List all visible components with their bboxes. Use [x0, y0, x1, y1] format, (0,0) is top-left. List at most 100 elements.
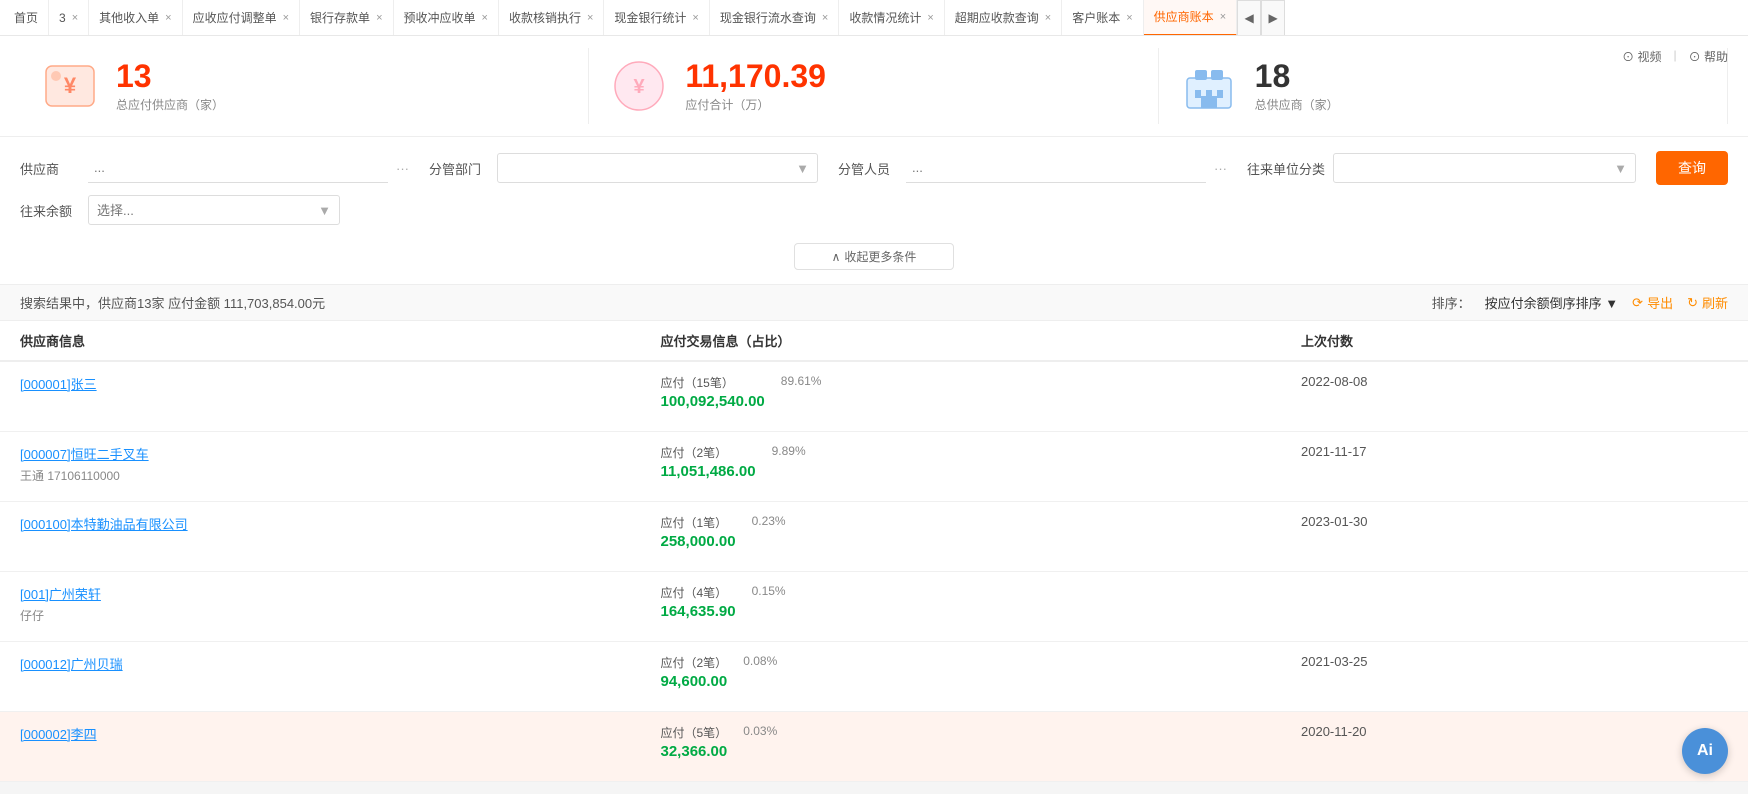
supplier-link-5[interactable]: [000012]广州贝瑞: [20, 654, 661, 673]
collapse-button[interactable]: ∧ 收起更多条件: [794, 243, 954, 270]
filter-supplier: 供应商 ···: [20, 153, 409, 183]
filter-person: 分管人员 ···: [838, 153, 1227, 183]
export-icon: ⟳: [1632, 295, 1643, 311]
nav-tab-3-label: 3: [59, 11, 66, 25]
payable-amount-icon: ¥: [609, 56, 669, 116]
header-trans-info: 应付交易信息（占比）: [661, 331, 1302, 350]
supplier-cell-2: [000007]恒旺二手叉车 王通 17106110000: [20, 444, 661, 484]
trans-amount-1: 100,092,540.00: [661, 393, 765, 410]
close-icon[interactable]: ×: [692, 12, 698, 24]
header-stats: ¥ 13 总应付供应商（家） ¥ 11,170.39 应付合计（万）: [0, 36, 1748, 137]
supplier-link-2[interactable]: [000007]恒旺二手叉车: [20, 444, 661, 463]
close-icon[interactable]: ×: [165, 12, 171, 24]
nav-tab-cash-bank-stat[interactable]: 现金银行统计 ×: [604, 0, 709, 36]
close-icon[interactable]: ×: [822, 12, 828, 24]
refresh-button[interactable]: ↻ 刷新: [1687, 293, 1728, 312]
supplier-link-6[interactable]: [000002]李四: [20, 724, 661, 743]
nav-arrow-right[interactable]: ▶: [1261, 0, 1285, 36]
header-links: ⊙ 视频 | ⊙ 帮助: [1622, 48, 1728, 65]
top-navigation: 首页 3 × 其他收入单 × 应收应付调整单 × 银行存款单 × 预收冲应收单 …: [0, 0, 1748, 36]
person-input[interactable]: [906, 153, 1206, 183]
svg-text:¥: ¥: [64, 73, 77, 98]
nav-tab-supplier-account-label: 供应商账本: [1154, 8, 1214, 25]
nav-tab-3[interactable]: 3 ×: [49, 0, 89, 36]
total-suppliers-icon: [1179, 56, 1239, 116]
unit-class-select[interactable]: ▼: [1333, 153, 1636, 183]
nav-tab-home[interactable]: 首页: [4, 0, 49, 36]
supplier-dots-icon[interactable]: ···: [396, 161, 409, 176]
table-row: [000001]张三 应付（15笔） 100,092,540.00 89.61%…: [0, 362, 1748, 432]
table-row: [001]广州荣轩 仔仔 应付（4笔） 164,635.90 0.15%: [0, 572, 1748, 642]
nav-tab-overdue-query[interactable]: 超期应收款查询 ×: [945, 0, 1062, 36]
nav-tab-receipt-exec[interactable]: 收款核销执行 ×: [499, 0, 604, 36]
chevron-down-icon: ▼: [318, 203, 331, 218]
supplier-cell-3: [000100]本特勤油品有限公司: [20, 514, 661, 533]
supplier-cell-5: [000012]广州贝瑞: [20, 654, 661, 673]
sort-select[interactable]: 按应付余额倒序排序 ▼: [1485, 293, 1619, 312]
trans-cell-5: 应付（2笔） 94,600.00 0.08%: [661, 654, 1302, 692]
nav-tab-bank-deposit[interactable]: 银行存款单 ×: [300, 0, 393, 36]
help-link[interactable]: ⊙ 帮助: [1689, 48, 1728, 65]
supplier-link-4[interactable]: [001]广州荣轩: [20, 584, 661, 603]
nav-tab-cash-bank-flow[interactable]: 现金银行流水查询 ×: [710, 0, 839, 36]
payable-amount-label: 应付合计（万）: [685, 96, 826, 113]
close-icon[interactable]: ×: [587, 12, 593, 24]
balance-select[interactable]: ▼: [88, 195, 340, 225]
results-bar: 搜索结果中，供应商13家 应付金额 111,703,854.00元 排序： 按应…: [0, 285, 1748, 321]
nav-tab-cash-bank-stat-label: 现金银行统计: [614, 9, 686, 26]
nav-tab-collection-stat[interactable]: 收款情况统计 ×: [839, 0, 944, 36]
trans-pct-5: 0.08%: [743, 654, 777, 668]
trans-cell-4: 应付（4笔） 164,635.90 0.15%: [661, 584, 1302, 622]
ai-badge[interactable]: Ai: [1682, 728, 1728, 774]
ai-badge-label: Ai: [1697, 742, 1713, 760]
nav-tab-customer-account[interactable]: 客户账本 ×: [1062, 0, 1143, 36]
nav-tab-collection-stat-label: 收款情况统计: [849, 9, 921, 26]
filter-area: 供应商 ··· 分管部门 ▼ 分管人员 ··· 往来单位分类 ▼ 查询: [0, 137, 1748, 285]
export-button[interactable]: ⟳ 导出: [1632, 293, 1673, 312]
video-link[interactable]: ⊙ 视频: [1622, 48, 1661, 65]
supplier-link-3[interactable]: [000100]本特勤油品有限公司: [20, 514, 661, 533]
nav-tab-overdue-query-label: 超期应收款查询: [955, 9, 1039, 26]
payable-amount-number: 11,170.39: [685, 60, 826, 92]
dept-select[interactable]: ▼: [497, 153, 818, 183]
trans-pct-3: 0.23%: [752, 514, 786, 528]
supplier-cell-6: [000002]李四: [20, 724, 661, 743]
chevron-down-icon: ▼: [796, 161, 809, 176]
trans-cell-2: 应付（2笔） 11,051,486.00 9.89%: [661, 444, 1302, 482]
last-pay-5: 2021-03-25: [1301, 654, 1728, 669]
supplier-link-1[interactable]: [000001]张三: [20, 374, 661, 393]
refresh-label: 刷新: [1702, 293, 1728, 312]
close-icon[interactable]: ×: [1126, 12, 1132, 24]
nav-arrow-left[interactable]: ◀: [1237, 0, 1261, 36]
close-icon[interactable]: ×: [1220, 11, 1226, 23]
filter-dept: 分管部门 ▼: [429, 153, 818, 183]
person-dots-icon[interactable]: ···: [1214, 161, 1227, 176]
stat-info-total-suppliers: 18 总供应商（家）: [1255, 60, 1339, 113]
close-icon[interactable]: ×: [376, 12, 382, 24]
unit-class-select-input[interactable]: [1342, 161, 1614, 176]
stat-card-payable-amount: ¥ 11,170.39 应付合计（万）: [589, 48, 1158, 124]
balance-select-input[interactable]: [97, 203, 318, 218]
close-icon[interactable]: ×: [72, 12, 78, 24]
nav-tab-payable-adjust[interactable]: 应收应付调整单 ×: [183, 0, 300, 36]
close-icon[interactable]: ×: [283, 12, 289, 24]
trans-label-4: 应付（4笔）: [661, 584, 736, 601]
nav-tab-other-income[interactable]: 其他收入单 ×: [89, 0, 182, 36]
last-pay-6: 2020-11-20: [1301, 724, 1728, 739]
dept-select-input[interactable]: [506, 161, 796, 176]
supplier-input[interactable]: [88, 153, 388, 183]
nav-tab-customer-account-label: 客户账本: [1072, 9, 1120, 26]
nav-tab-supplier-account[interactable]: 供应商账本 ×: [1144, 0, 1237, 36]
header-supplier-info: 供应商信息: [20, 331, 661, 350]
close-icon[interactable]: ×: [482, 12, 488, 24]
unit-class-filter-label: 往来单位分类: [1247, 159, 1325, 178]
search-button[interactable]: 查询: [1656, 151, 1728, 185]
nav-tab-receipt-exec-label: 收款核销执行: [509, 9, 581, 26]
close-icon[interactable]: ×: [927, 12, 933, 24]
trans-label-6: 应付（5笔）: [661, 724, 728, 741]
nav-tab-prepay-collect[interactable]: 预收冲应收单 ×: [394, 0, 499, 36]
total-suppliers-number: 18: [1255, 60, 1339, 92]
payable-suppliers-number: 13: [116, 60, 224, 92]
supplier-sub-4: 仔仔: [20, 607, 661, 624]
close-icon[interactable]: ×: [1045, 12, 1051, 24]
